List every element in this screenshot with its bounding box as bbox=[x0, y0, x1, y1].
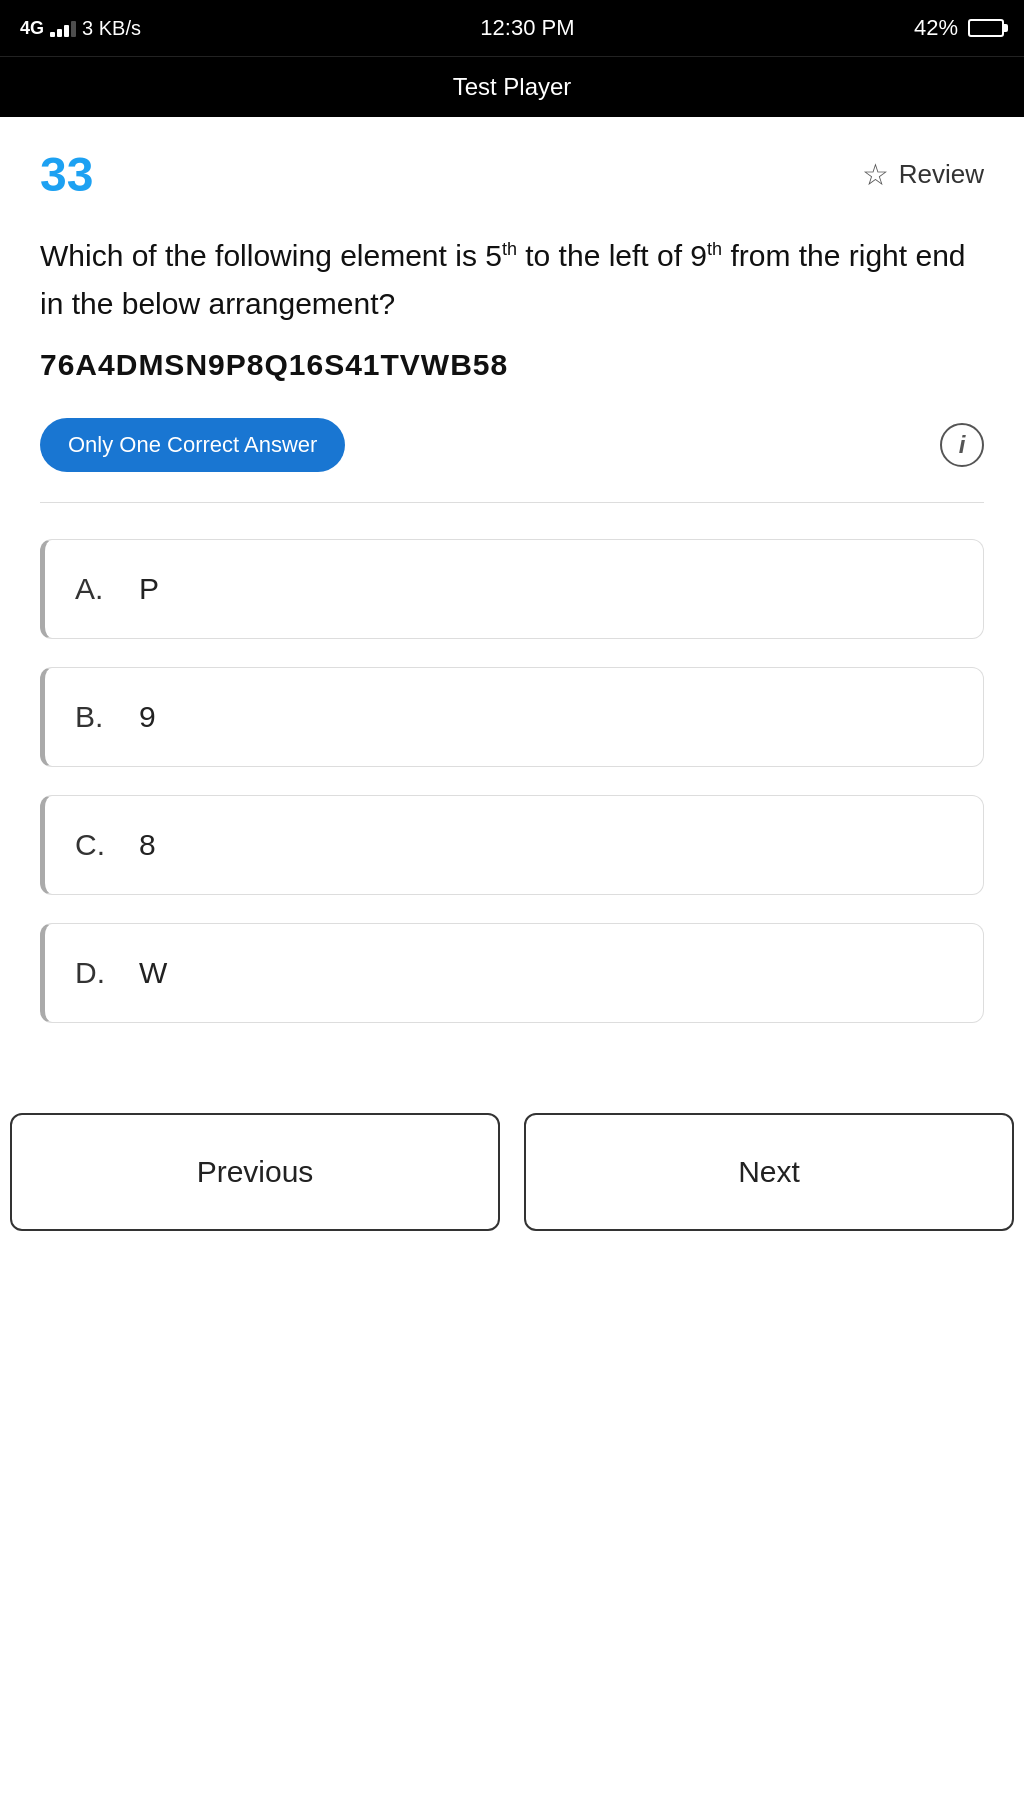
battery-percent: 42% bbox=[914, 15, 958, 41]
options-list: A. P B. 9 C. 8 D. W bbox=[40, 539, 984, 1023]
main-content: 33 ☆ Review Which of the following eleme… bbox=[0, 117, 1024, 1113]
status-right: 42% bbox=[914, 15, 1004, 41]
bar3 bbox=[64, 25, 69, 37]
option-a[interactable]: A. P bbox=[40, 539, 984, 639]
battery-icon bbox=[968, 19, 1004, 37]
next-button[interactable]: Next bbox=[524, 1113, 1014, 1231]
status-time: 12:30 PM bbox=[480, 15, 574, 41]
question-text: Which of the following element is 5th to… bbox=[40, 232, 984, 328]
option-c-value: 8 bbox=[139, 828, 156, 862]
bar1 bbox=[50, 32, 55, 37]
option-d-label: D. bbox=[75, 956, 115, 990]
info-icon[interactable]: i bbox=[940, 423, 984, 467]
option-a-label: A. bbox=[75, 572, 115, 606]
review-label: Review bbox=[899, 159, 984, 190]
app-bar: Test Player bbox=[0, 56, 1024, 117]
question-text-part1: Which of the following element is 5th to… bbox=[40, 239, 966, 320]
option-c[interactable]: C. 8 bbox=[40, 795, 984, 895]
review-button[interactable]: ☆ Review bbox=[862, 157, 984, 192]
bar2 bbox=[57, 29, 62, 37]
divider bbox=[40, 502, 984, 503]
signal-bars bbox=[50, 19, 76, 37]
answer-type-badge: Only One Correct Answer bbox=[40, 418, 345, 472]
network-type: 4G bbox=[20, 18, 44, 39]
question-number: 33 bbox=[40, 147, 93, 202]
answer-type-row: Only One Correct Answer i bbox=[40, 418, 984, 472]
arrangement-text: 76A4DMSN9P8Q16S41TVWB58 bbox=[40, 348, 984, 382]
nav-buttons: Previous Next bbox=[0, 1113, 1024, 1271]
network-speed: 3 KB/s bbox=[82, 17, 141, 40]
option-d[interactable]: D. W bbox=[40, 923, 984, 1023]
option-c-label: C. bbox=[75, 828, 115, 862]
status-bar: 4G 3 KB/s 12:30 PM 42% bbox=[0, 0, 1024, 56]
option-b-label: B. bbox=[75, 700, 115, 734]
option-b-value: 9 bbox=[139, 700, 156, 734]
option-d-value: W bbox=[139, 956, 167, 990]
star-icon: ☆ bbox=[862, 157, 889, 192]
question-header: 33 ☆ Review bbox=[40, 147, 984, 202]
previous-button[interactable]: Previous bbox=[10, 1113, 500, 1231]
bar4 bbox=[71, 21, 76, 37]
app-title: Test Player bbox=[453, 73, 572, 100]
option-a-value: P bbox=[139, 572, 159, 606]
status-left: 4G 3 KB/s bbox=[20, 17, 141, 40]
option-b[interactable]: B. 9 bbox=[40, 667, 984, 767]
